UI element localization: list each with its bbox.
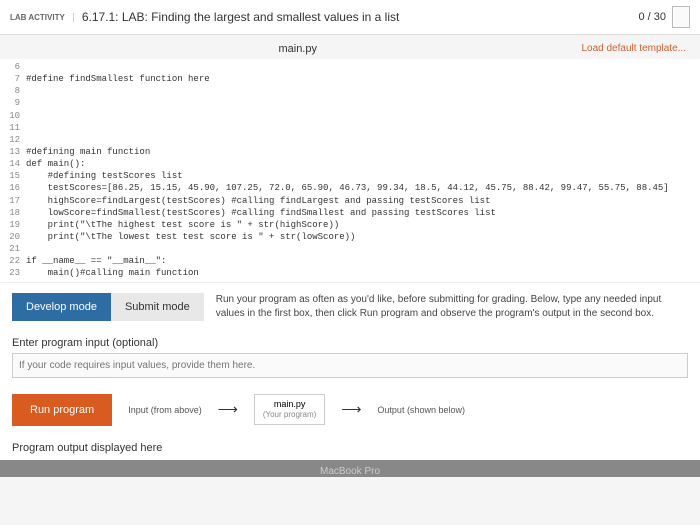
line-code[interactable]: print("\tThe highest test score is " + s… <box>26 219 700 231</box>
program-box-sub: (Your program) <box>263 410 317 420</box>
line-number: 6 <box>0 61 26 73</box>
load-template-link[interactable]: Load default template... <box>581 43 686 55</box>
code-line[interactable]: 14def main(): <box>0 158 700 170</box>
line-number: 8 <box>0 85 26 97</box>
code-line[interactable]: 12 <box>0 134 700 146</box>
flow-output-label: Output (shown below) <box>377 405 465 415</box>
run-row: Run program Input (from above) ⟶ main.py… <box>0 384 700 436</box>
line-code[interactable] <box>26 61 700 73</box>
output-section: Program output displayed here <box>0 436 700 460</box>
code-line[interactable]: 7#define findSmallest function here <box>0 73 700 85</box>
line-code[interactable]: lowScore=findSmallest(testScores) #calli… <box>26 207 700 219</box>
activity-title: 6.17.1: LAB: Finding the largest and sma… <box>82 10 639 24</box>
code-line[interactable]: 11 <box>0 122 700 134</box>
activity-badge: LAB ACTIVITY <box>10 13 74 22</box>
line-code[interactable] <box>26 134 700 146</box>
line-code[interactable] <box>26 85 700 97</box>
line-number: 17 <box>0 195 26 207</box>
program-box-title: main.py <box>263 399 317 410</box>
line-code[interactable] <box>26 97 700 109</box>
line-code[interactable] <box>26 110 700 122</box>
editor-tab-row: main.py Load default template... <box>0 35 700 59</box>
score-text: 0 / 30 <box>638 11 666 23</box>
line-number: 21 <box>0 243 26 255</box>
line-number: 15 <box>0 170 26 182</box>
line-number: 23 <box>0 267 26 279</box>
line-code[interactable]: highScore=findLargest(testScores) #calli… <box>26 195 700 207</box>
line-number: 12 <box>0 134 26 146</box>
line-number: 14 <box>0 158 26 170</box>
score-icon <box>672 6 690 28</box>
activity-header: LAB ACTIVITY 6.17.1: LAB: Finding the la… <box>0 0 700 35</box>
score-box: 0 / 30 <box>638 6 690 28</box>
code-line[interactable]: 19 print("\tThe highest test score is " … <box>0 219 700 231</box>
line-number: 9 <box>0 97 26 109</box>
line-code[interactable]: print("\tThe lowest test test score is "… <box>26 231 700 243</box>
code-editor[interactable]: 67#define findSmallest function here8910… <box>0 59 700 282</box>
line-number: 11 <box>0 122 26 134</box>
code-line[interactable]: 8 <box>0 85 700 97</box>
line-number: 18 <box>0 207 26 219</box>
line-number: 7 <box>0 73 26 85</box>
develop-mode-tab[interactable]: Develop mode <box>12 293 111 321</box>
input-section: Enter program input (optional) <box>0 331 700 384</box>
program-input[interactable] <box>12 353 688 378</box>
line-code[interactable]: if __name__ == "__main__": <box>26 255 700 267</box>
code-line[interactable]: 16 testScores=[86.25, 15.15, 45.90, 107.… <box>0 182 700 194</box>
arrow-icon: ⟶ <box>218 401 238 418</box>
line-code[interactable]: #define findSmallest function here <box>26 73 700 85</box>
mode-instructions: Run your program as often as you'd like,… <box>216 293 688 321</box>
code-line[interactable]: 9 <box>0 97 700 109</box>
line-code[interactable]: #defining testScores list <box>26 170 700 182</box>
code-line[interactable]: 18 lowScore=findSmallest(testScores) #ca… <box>0 207 700 219</box>
mode-tabs: Develop mode Submit mode <box>12 293 204 321</box>
line-number: 10 <box>0 110 26 122</box>
line-code[interactable]: main()#calling main function <box>26 267 700 279</box>
code-line[interactable]: 21 <box>0 243 700 255</box>
run-program-button[interactable]: Run program <box>12 394 112 426</box>
submit-mode-tab[interactable]: Submit mode <box>111 293 204 321</box>
code-line[interactable]: 6 <box>0 61 700 73</box>
line-code[interactable] <box>26 122 700 134</box>
line-number: 13 <box>0 146 26 158</box>
code-line[interactable]: 23 main()#calling main function <box>0 267 700 279</box>
line-number: 19 <box>0 219 26 231</box>
code-line[interactable]: 15 #defining testScores list <box>0 170 700 182</box>
filename-tab[interactable]: main.py <box>278 43 317 55</box>
device-label: MacBook Pro <box>0 460 700 477</box>
flow-input-label: Input (from above) <box>128 405 202 415</box>
program-box: main.py (Your program) <box>254 394 326 424</box>
line-number: 20 <box>0 231 26 243</box>
code-line[interactable]: 20 print("\tThe lowest test test score i… <box>0 231 700 243</box>
code-line[interactable]: 10 <box>0 110 700 122</box>
line-number: 22 <box>0 255 26 267</box>
mode-row: Develop mode Submit mode Run your progra… <box>0 282 700 331</box>
line-code[interactable]: testScores=[86.25, 15.15, 45.90, 107.25,… <box>26 182 700 194</box>
code-line[interactable]: 13#defining main function <box>0 146 700 158</box>
line-code[interactable] <box>26 243 700 255</box>
code-line[interactable]: 22if __name__ == "__main__": <box>0 255 700 267</box>
arrow-icon: ⟶ <box>341 401 361 418</box>
code-line[interactable]: 17 highScore=findLargest(testScores) #ca… <box>0 195 700 207</box>
input-label: Enter program input (optional) <box>12 337 688 349</box>
output-label: Program output displayed here <box>12 442 688 454</box>
line-code[interactable]: def main(): <box>26 158 700 170</box>
line-code[interactable]: #defining main function <box>26 146 700 158</box>
line-number: 16 <box>0 182 26 194</box>
